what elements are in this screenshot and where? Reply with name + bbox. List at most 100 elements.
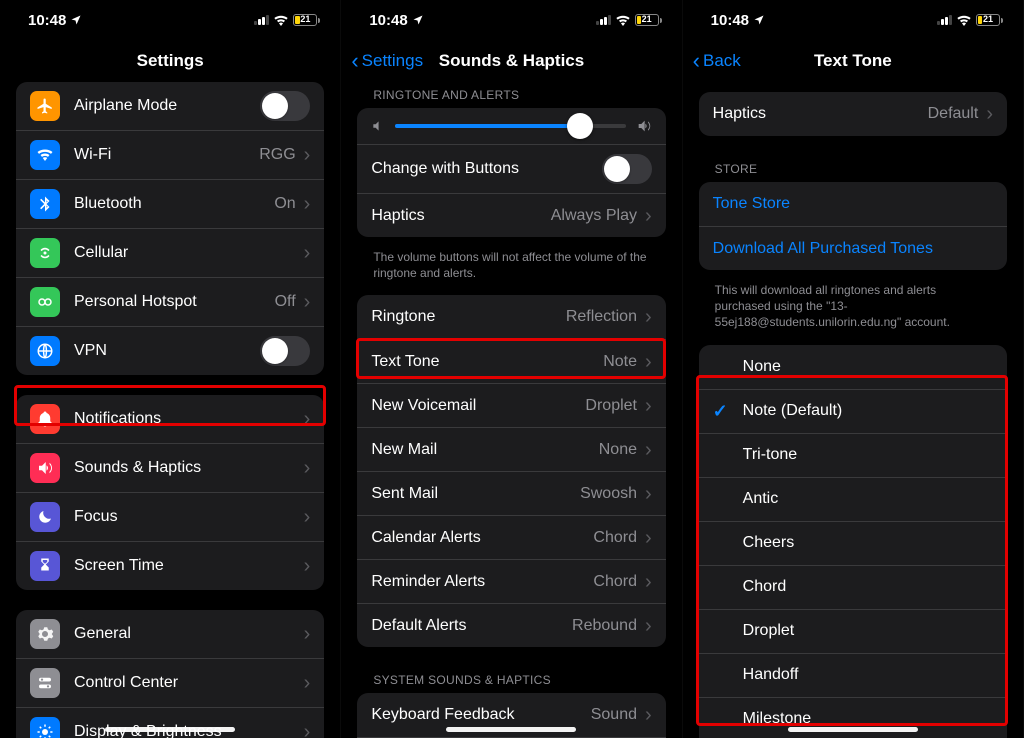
sounds-group: Ringtone Reflection › Text Tone Note › N… [357, 295, 665, 647]
chevron-right-icon: › [304, 194, 311, 214]
row-value: Sound [591, 706, 637, 724]
tone-option[interactable]: Chord [699, 565, 1007, 609]
wifi-icon [273, 14, 289, 26]
volume-slider-row[interactable] [357, 108, 665, 144]
speaker-low-icon [371, 119, 385, 133]
row-screen-time[interactable]: Screen Time › [16, 541, 324, 590]
row-value: Note [603, 353, 637, 371]
row-label: Calendar Alerts [371, 529, 593, 547]
row-value: Droplet [585, 397, 637, 415]
row-general[interactable]: General › [16, 610, 324, 658]
row-label: Antic [743, 490, 993, 508]
tone-option[interactable]: ✓ Note (Default) [699, 389, 1007, 433]
chevron-right-icon: › [645, 307, 652, 327]
row-tone-store[interactable]: Tone Store [699, 182, 1007, 226]
row-haptics[interactable]: Haptics Always Play › [357, 193, 665, 237]
volume-slider[interactable] [395, 124, 625, 128]
chevron-right-icon: › [645, 396, 652, 416]
back-button[interactable]: ‹ Settings [351, 40, 423, 82]
home-indicator[interactable] [446, 727, 576, 732]
row-download-tones[interactable]: Download All Purchased Tones [699, 226, 1007, 270]
check-icon: ✓ [713, 401, 743, 422]
chevron-left-icon: ‹ [351, 50, 358, 72]
row-value: Chord [593, 529, 637, 547]
row-airplane[interactable]: Airplane Mode [16, 82, 324, 130]
row-text-tone[interactable]: Text Tone Note › [357, 339, 665, 383]
row-label: Chord [743, 578, 993, 596]
chevron-right-icon: › [304, 145, 311, 165]
speaker-high-icon [636, 118, 652, 134]
row-sent-mail[interactable]: Sent Mail Swoosh › [357, 471, 665, 515]
location-icon [70, 14, 82, 26]
row-label: Screen Time [74, 557, 296, 575]
chevron-left-icon: ‹ [693, 50, 700, 72]
location-icon [753, 14, 765, 26]
chevron-right-icon: › [645, 440, 652, 460]
toggle[interactable] [602, 154, 652, 184]
row-control-center[interactable]: Control Center › [16, 658, 324, 707]
chevron-right-icon: › [645, 705, 652, 725]
chevron-right-icon: › [304, 507, 311, 527]
status-bar: 10:48 21 [0, 0, 340, 40]
hourglass-icon [30, 551, 60, 581]
status-time: 10:48 [369, 12, 407, 29]
bell-icon [30, 404, 60, 434]
row-vpn[interactable]: VPN [16, 326, 324, 375]
tone-option[interactable]: Handoff [699, 653, 1007, 697]
volume-group: Change with Buttons Haptics Always Play … [357, 108, 665, 237]
tone-option[interactable]: Antic [699, 477, 1007, 521]
row-wifi[interactable]: Wi-Fi RGG › [16, 130, 324, 179]
toggle[interactable] [260, 91, 310, 121]
tone-option[interactable]: Tri-tone [699, 433, 1007, 477]
row-cellular[interactable]: Cellular › [16, 228, 324, 277]
row-new-mail[interactable]: New Mail None › [357, 427, 665, 471]
row-value: Default [928, 105, 979, 123]
wifi-icon [956, 14, 972, 26]
home-indicator[interactable] [788, 727, 918, 732]
tone-option[interactable]: Cheers [699, 521, 1007, 565]
nav-bar: ‹ Settings Sounds & Haptics [341, 40, 681, 82]
chevron-right-icon: › [645, 484, 652, 504]
row-display[interactable]: Display & Brightness › [16, 707, 324, 738]
section-header: STORE [683, 156, 1023, 182]
row-label: Sent Mail [371, 485, 580, 503]
row-new-voicemail[interactable]: New Voicemail Droplet › [357, 383, 665, 427]
row-label: Sounds & Haptics [74, 459, 296, 477]
row-haptics[interactable]: Haptics Default › [699, 92, 1007, 136]
row-label: New Mail [371, 441, 598, 459]
chevron-right-icon: › [304, 409, 311, 429]
row-label: General [74, 625, 296, 643]
back-label: Settings [362, 51, 423, 71]
back-button[interactable]: ‹ Back [693, 40, 741, 82]
status-bar: 10:48 21 [683, 0, 1023, 40]
chevron-right-icon: › [304, 722, 311, 738]
tone-option[interactable]: None [699, 345, 1007, 389]
row-calendar-alerts[interactable]: Calendar Alerts Chord › [357, 515, 665, 559]
row-label: Airplane Mode [74, 97, 260, 115]
row-default-alerts[interactable]: Default Alerts Rebound › [357, 603, 665, 647]
page-title: Text Tone [814, 51, 892, 71]
row-label: Text Tone [371, 353, 603, 371]
row-change-with-buttons[interactable]: Change with Buttons [357, 144, 665, 193]
nav-bar: Settings [0, 40, 340, 82]
wifi-icon [30, 140, 60, 170]
row-label: Haptics [713, 105, 928, 123]
home-indicator[interactable] [105, 727, 235, 732]
signal-icon [937, 15, 952, 25]
vpn-icon [30, 336, 60, 366]
row-bluetooth[interactable]: Bluetooth On › [16, 179, 324, 228]
row-value: On [274, 195, 295, 213]
row-sounds-haptics[interactable]: Sounds & Haptics › [16, 443, 324, 492]
toggle[interactable] [260, 336, 310, 366]
battery-icon: 21 [293, 14, 320, 26]
chevron-right-icon: › [645, 206, 652, 226]
row-focus[interactable]: Focus › [16, 492, 324, 541]
row-notifications[interactable]: Notifications › [16, 395, 324, 443]
row-value: Off [275, 293, 296, 311]
row-reminder-alerts[interactable]: Reminder Alerts Chord › [357, 559, 665, 603]
hotspot-icon [30, 287, 60, 317]
row-hotspot[interactable]: Personal Hotspot Off › [16, 277, 324, 326]
tone-option[interactable]: Droplet [699, 609, 1007, 653]
row-ringtone[interactable]: Ringtone Reflection › [357, 295, 665, 339]
brightness-icon [30, 717, 60, 738]
